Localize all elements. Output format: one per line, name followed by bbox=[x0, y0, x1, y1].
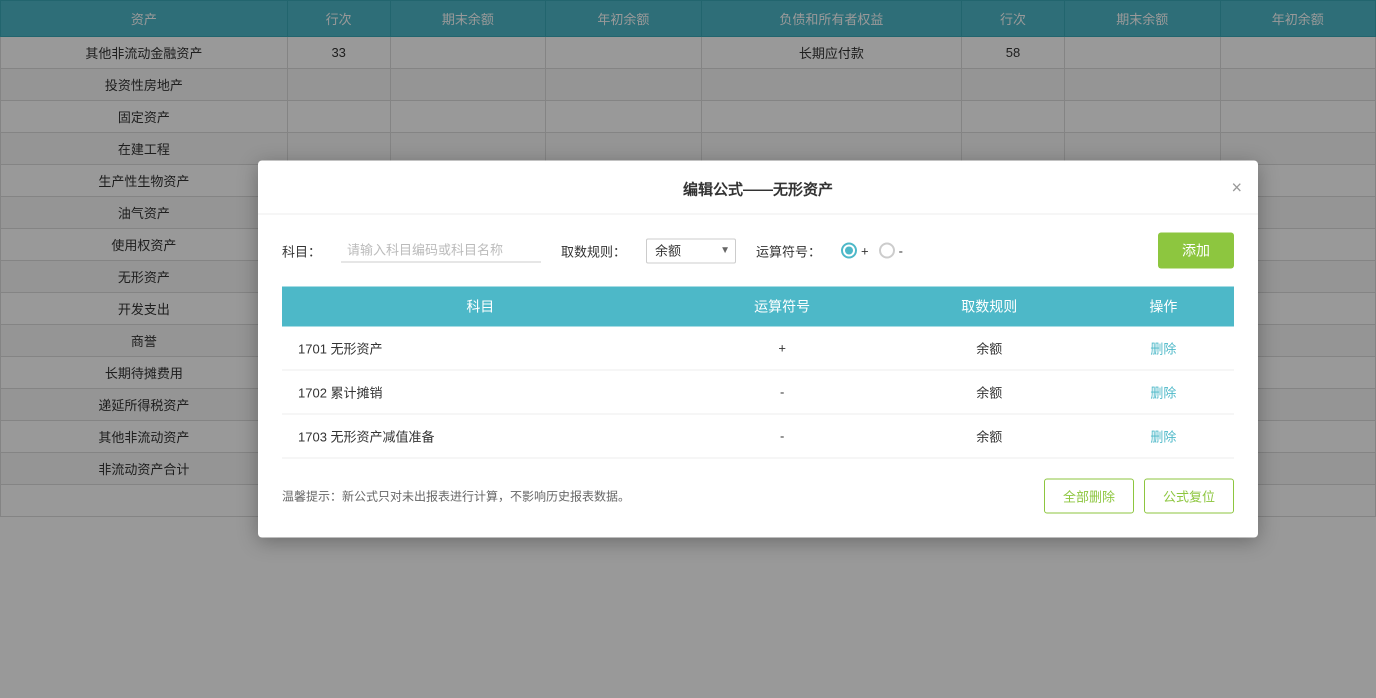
formula-table-header: 科目 bbox=[282, 287, 679, 327]
modal-close-button[interactable]: × bbox=[1231, 178, 1242, 196]
add-button[interactable]: 添加 bbox=[1158, 233, 1234, 269]
tip-text: 温馨提示：新公式只对未出报表进行计算，不影响历史报表数据。 bbox=[282, 488, 630, 505]
form-row: 科目： 取数规则： 余额 借方 贷方 借方累计 贷方累计 ▼ 运算符号： + - bbox=[258, 215, 1258, 287]
operator-plus-label: + bbox=[861, 243, 869, 258]
operator-label: 运算符号： bbox=[756, 241, 821, 260]
formula-table-row: 1701 无形资产+余额 删除 bbox=[282, 327, 1234, 371]
formula-rule-cell: 余额 bbox=[886, 370, 1093, 414]
formula-subject-cell: 1701 无形资产 bbox=[282, 327, 679, 371]
operator-group: + - bbox=[841, 243, 903, 259]
edit-formula-modal: 编辑公式——无形资产 × 科目： 取数规则： 余额 借方 贷方 借方累计 贷方累… bbox=[258, 161, 1258, 538]
formula-subject-cell: 1702 累计摊销 bbox=[282, 370, 679, 414]
formula-operator-cell: + bbox=[679, 327, 886, 371]
formula-rule-cell: 余额 bbox=[886, 327, 1093, 371]
formula-action-cell: 删除 bbox=[1093, 370, 1234, 414]
rule-select[interactable]: 余额 借方 贷方 借方累计 贷方累计 bbox=[646, 238, 736, 263]
footer-buttons: 全部删除 公式复位 bbox=[1044, 479, 1234, 514]
modal-title: 编辑公式——无形资产 bbox=[683, 179, 833, 200]
formula-table-row: 1702 累计摊销-余额 删除 bbox=[282, 370, 1234, 414]
formula-operator-cell: - bbox=[679, 370, 886, 414]
formula-subject-cell: 1703 无形资产减值准备 bbox=[282, 414, 679, 458]
formula-table-header: 操作 bbox=[1093, 287, 1234, 327]
formula-table-header: 运算符号 bbox=[679, 287, 886, 327]
formula-action-cell: 删除 bbox=[1093, 327, 1234, 371]
modal-header: 编辑公式——无形资产 × bbox=[258, 161, 1258, 215]
subject-input[interactable] bbox=[341, 239, 541, 263]
rule-select-wrapper[interactable]: 余额 借方 贷方 借方累计 贷方累计 ▼ bbox=[646, 238, 736, 263]
operator-minus-option[interactable]: - bbox=[879, 243, 903, 259]
operator-minus-label: - bbox=[899, 243, 903, 258]
modal-footer: 温馨提示：新公式只对未出报表进行计算，不影响历史报表数据。 全部删除 公式复位 bbox=[258, 459, 1258, 514]
delete-all-button[interactable]: 全部删除 bbox=[1044, 479, 1134, 514]
rule-label: 取数规则： bbox=[561, 241, 626, 260]
formula-rule-cell: 余额 bbox=[886, 414, 1093, 458]
reset-formula-button[interactable]: 公式复位 bbox=[1144, 479, 1234, 514]
delete-row-link[interactable]: 删除 bbox=[1150, 430, 1176, 445]
subject-label: 科目： bbox=[282, 241, 321, 260]
formula-operator-cell: - bbox=[679, 414, 886, 458]
formula-action-cell: 删除 bbox=[1093, 414, 1234, 458]
delete-row-link[interactable]: 删除 bbox=[1150, 342, 1176, 357]
delete-row-link[interactable]: 删除 bbox=[1150, 386, 1176, 401]
operator-minus-radio[interactable] bbox=[879, 243, 895, 259]
formula-table-row: 1703 无形资产减值准备-余额 删除 bbox=[282, 414, 1234, 458]
formula-table-header: 取数规则 bbox=[886, 287, 1093, 327]
operator-plus-option[interactable]: + bbox=[841, 243, 869, 259]
operator-plus-radio[interactable] bbox=[841, 243, 857, 259]
formula-table: 科目运算符号取数规则操作 1701 无形资产+余额删除1702 累计摊销-余额删… bbox=[282, 287, 1234, 459]
